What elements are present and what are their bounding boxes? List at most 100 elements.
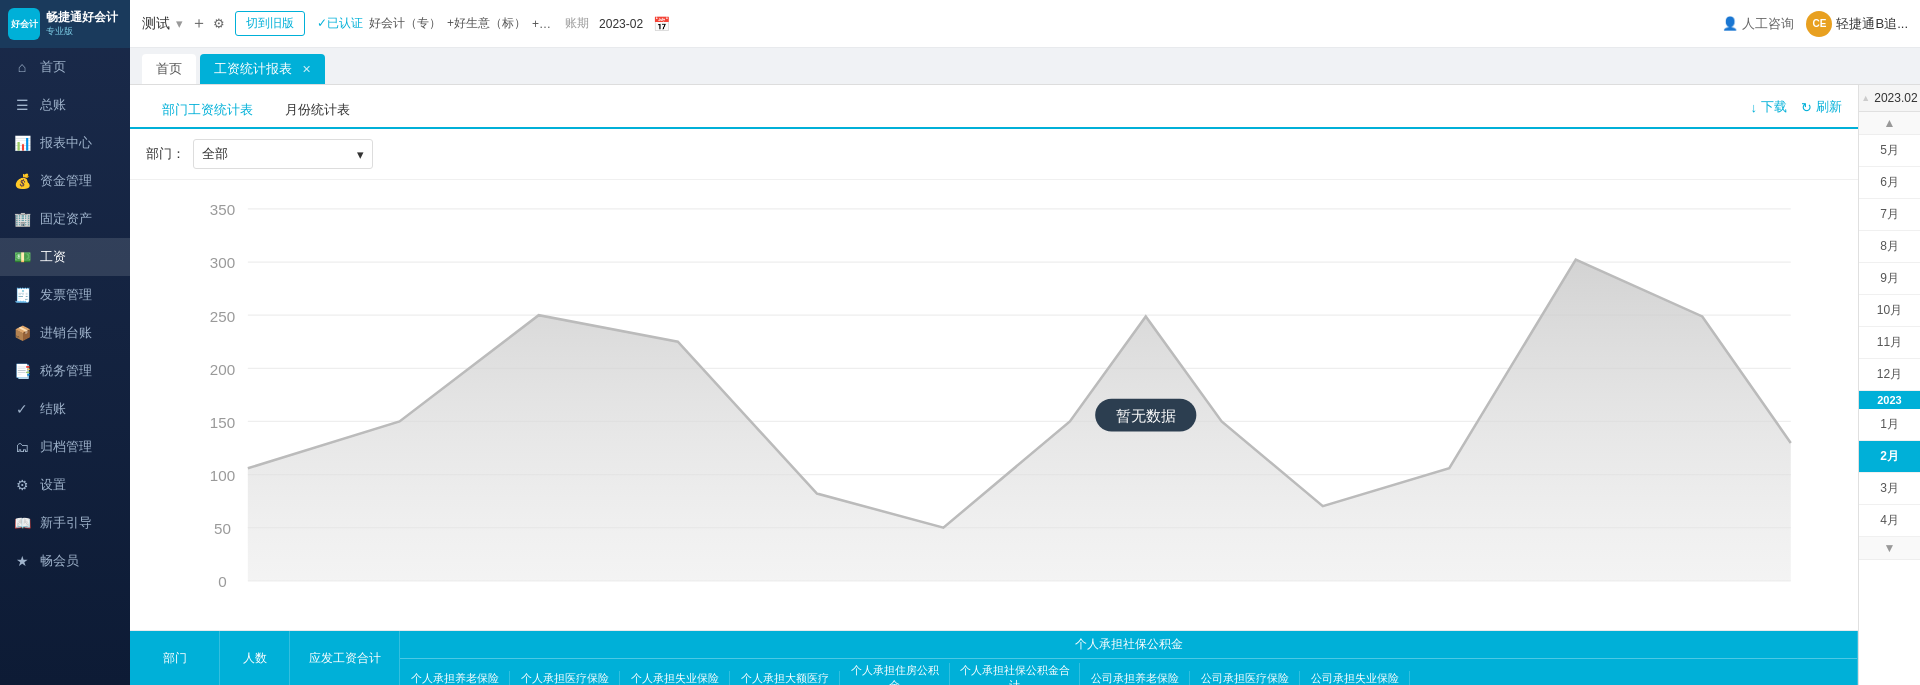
date-item-11m[interactable]: 11月 [1859, 327, 1920, 359]
switch-view-button[interactable]: 切到旧版 [235, 11, 305, 36]
filter-row: 部门： 全部 ▾ [130, 129, 1858, 180]
sidebar-logo: 好会计 畅捷通好会计 专业版 [0, 0, 130, 48]
user-menu[interactable]: CE 轻捷通B追... [1806, 11, 1908, 37]
sidebar: 好会计 畅捷通好会计 专业版 ⌂ 首页 ☰ 总账 📊 报表中心 💰 资金管理 🏢… [0, 0, 130, 685]
date-item-4m-2023[interactable]: 4月 [1859, 505, 1920, 537]
sidebar-item-settings[interactable]: ⚙ 设置 [0, 466, 130, 504]
svg-text:300: 300 [210, 254, 235, 271]
sidebar-item-salary[interactable]: 💵 工资 [0, 238, 130, 276]
date-item-7m[interactable]: 7月 [1859, 199, 1920, 231]
sidebar-item-reports[interactable]: 📊 报表中心 [0, 124, 130, 162]
th-count: 人数 [220, 631, 290, 685]
calendar-icon[interactable]: 📅 [653, 16, 670, 32]
logo-icon: 好会计 [8, 8, 40, 40]
reports-icon: 📊 [12, 135, 32, 151]
svg-text:50: 50 [214, 520, 231, 537]
logo-text: 畅捷通好会计 专业版 [46, 10, 118, 37]
topbar-badges: ✓已认证 好会计（专） +好生意（标） +… 账期 2023-02 📅 [317, 15, 1722, 32]
settings-icon: ⚙ [12, 477, 32, 493]
sidebar-item-funds[interactable]: 💰 资金管理 [0, 162, 130, 200]
settle-icon: ✓ [12, 401, 32, 417]
vip-icon: ★ [12, 553, 32, 569]
date-picker-chevron-up: ▲ [1861, 93, 1870, 103]
dept-filter-select[interactable]: 全部 ▾ [193, 139, 373, 169]
svg-text:100: 100 [210, 467, 235, 484]
tab-close-icon[interactable]: ✕ [302, 63, 311, 75]
product-badge-2: +好生意（标） [447, 15, 526, 32]
svg-text:200: 200 [210, 361, 235, 378]
sidebar-item-ledger[interactable]: ☰ 总账 [0, 86, 130, 124]
consult-button[interactable]: 👤 人工咨询 [1722, 15, 1794, 33]
th-personal-old-age: 个人承担养老保险 [400, 671, 510, 685]
table-area: 部门 人数 应发工资合计 个人承担社保公积金 个人承担养老保险 个人承担医疗保险 [130, 630, 1858, 685]
settings-icon[interactable]: ⚙ [213, 16, 225, 31]
date-picker-panel: ▲ 2023.02 ▲ 5月 6月 7月 8月 9月 10月 11月 12月 2… [1858, 85, 1920, 685]
date-item-5m[interactable]: 5月 [1859, 135, 1920, 167]
date-item-8m[interactable]: 8月 [1859, 231, 1920, 263]
date-scroll-up[interactable]: ▲ [1859, 112, 1920, 135]
th-personal-social-total: 个人承担社保公积金合计 [950, 663, 1080, 685]
dept-filter-label: 部门： [146, 145, 185, 163]
refresh-icon: ↻ [1801, 100, 1812, 115]
archive-icon: 🗂 [12, 439, 32, 455]
product-badge-3: +… [532, 17, 551, 31]
date-item-2m-2023[interactable]: 2月 [1859, 441, 1920, 473]
topbar: 测试 ▾ ＋ ⚙ 切到旧版 ✓已认证 好会计（专） +好生意（标） +… 账期 … [130, 0, 1920, 48]
tab-salary-report[interactable]: 工资统计报表 ✕ [200, 54, 325, 84]
date-list: ▲ 5月 6月 7月 8月 9月 10月 11月 12月 2023 1月 2月 … [1859, 112, 1920, 685]
sub-tab-dept-salary[interactable]: 部门工资统计表 [146, 95, 269, 129]
date-item-1m-2023[interactable]: 1月 [1859, 409, 1920, 441]
sidebar-item-vip[interactable]: ★ 畅会员 [0, 542, 130, 580]
download-button[interactable]: ↓ 下载 [1751, 98, 1788, 116]
date-year-2023: 2023 [1859, 391, 1920, 409]
ledger-icon: ☰ [12, 97, 32, 113]
guide-icon: 📖 [12, 515, 32, 531]
certified-badge: ✓已认证 [317, 15, 363, 32]
svg-text:350: 350 [210, 201, 235, 218]
sidebar-item-settle[interactable]: ✓ 结账 [0, 390, 130, 428]
sidebar-item-purchase[interactable]: 📦 进销台账 [0, 314, 130, 352]
chart-area: 350 300 250 200 150 100 50 0 [130, 180, 1858, 630]
th-total-salary: 应发工资合计 [290, 631, 400, 685]
th-personal-unemployment: 个人承担失业保险 [620, 671, 730, 685]
content-area: 部门工资统计表 月份统计表 ↓ 下载 ↻ 刷新 [130, 85, 1920, 685]
date-item-3m-2023[interactable]: 3月 [1859, 473, 1920, 505]
salary-icon: 💵 [12, 249, 32, 265]
tabs-bar: 首页 工资统计报表 ✕ [130, 48, 1920, 85]
product-badge-1: 好会计（专） [369, 15, 441, 32]
project-dropdown-icon[interactable]: ▾ [176, 16, 183, 31]
sidebar-item-guide[interactable]: 📖 新手引导 [0, 504, 130, 542]
salary-chart: 350 300 250 200 150 100 50 0 [146, 190, 1842, 620]
svg-text:0: 0 [218, 573, 226, 590]
date-scroll-down[interactable]: ▼ [1859, 537, 1920, 560]
date-item-6m[interactable]: 6月 [1859, 167, 1920, 199]
user-avatar: CE [1806, 11, 1832, 37]
download-icon: ↓ [1751, 100, 1758, 115]
sub-tab-monthly-salary[interactable]: 月份统计表 [269, 95, 366, 129]
tax-icon: 📑 [12, 363, 32, 379]
tab-home[interactable]: 首页 [142, 54, 196, 84]
th-personal-major-medical: 个人承担大额医疗 [730, 671, 840, 685]
date-item-9m[interactable]: 9月 [1859, 263, 1920, 295]
sidebar-item-invoices[interactable]: 🧾 发票管理 [0, 276, 130, 314]
date-current-label: 2023.02 [1874, 91, 1917, 105]
select-dropdown-icon: ▾ [357, 147, 364, 162]
date-picker-header: ▲ 2023.02 [1859, 85, 1920, 112]
sidebar-item-archive[interactable]: 🗂 归档管理 [0, 428, 130, 466]
main-area: 测试 ▾ ＋ ⚙ 切到旧版 ✓已认证 好会计（专） +好生意（标） +… 账期 … [130, 0, 1920, 685]
table-header: 部门 人数 应发工资合计 个人承担社保公积金 个人承担养老保险 个人承担医疗保险 [130, 631, 1858, 685]
salary-tab-label: 工资统计报表 [214, 61, 292, 76]
date-item-12m[interactable]: 12月 [1859, 359, 1920, 391]
date-item-10m[interactable]: 10月 [1859, 295, 1920, 327]
sidebar-item-assets[interactable]: 🏢 固定资产 [0, 200, 130, 238]
sidebar-item-home[interactable]: ⌂ 首页 [0, 48, 130, 86]
sub-tabs-bar: 部门工资统计表 月份统计表 ↓ 下载 ↻ 刷新 [130, 85, 1858, 129]
home-icon: ⌂ [12, 59, 32, 75]
sidebar-item-tax[interactable]: 📑 税务管理 [0, 352, 130, 390]
th-personal-housing-fund: 个人承担住房公积金 [840, 663, 950, 685]
th-dept: 部门 [130, 631, 220, 685]
refresh-button[interactable]: ↻ 刷新 [1801, 98, 1842, 116]
assets-icon: 🏢 [12, 211, 32, 227]
th-company-old-age: 公司承担养老保险 [1080, 671, 1190, 685]
add-tab-button[interactable]: ＋ [191, 13, 207, 34]
